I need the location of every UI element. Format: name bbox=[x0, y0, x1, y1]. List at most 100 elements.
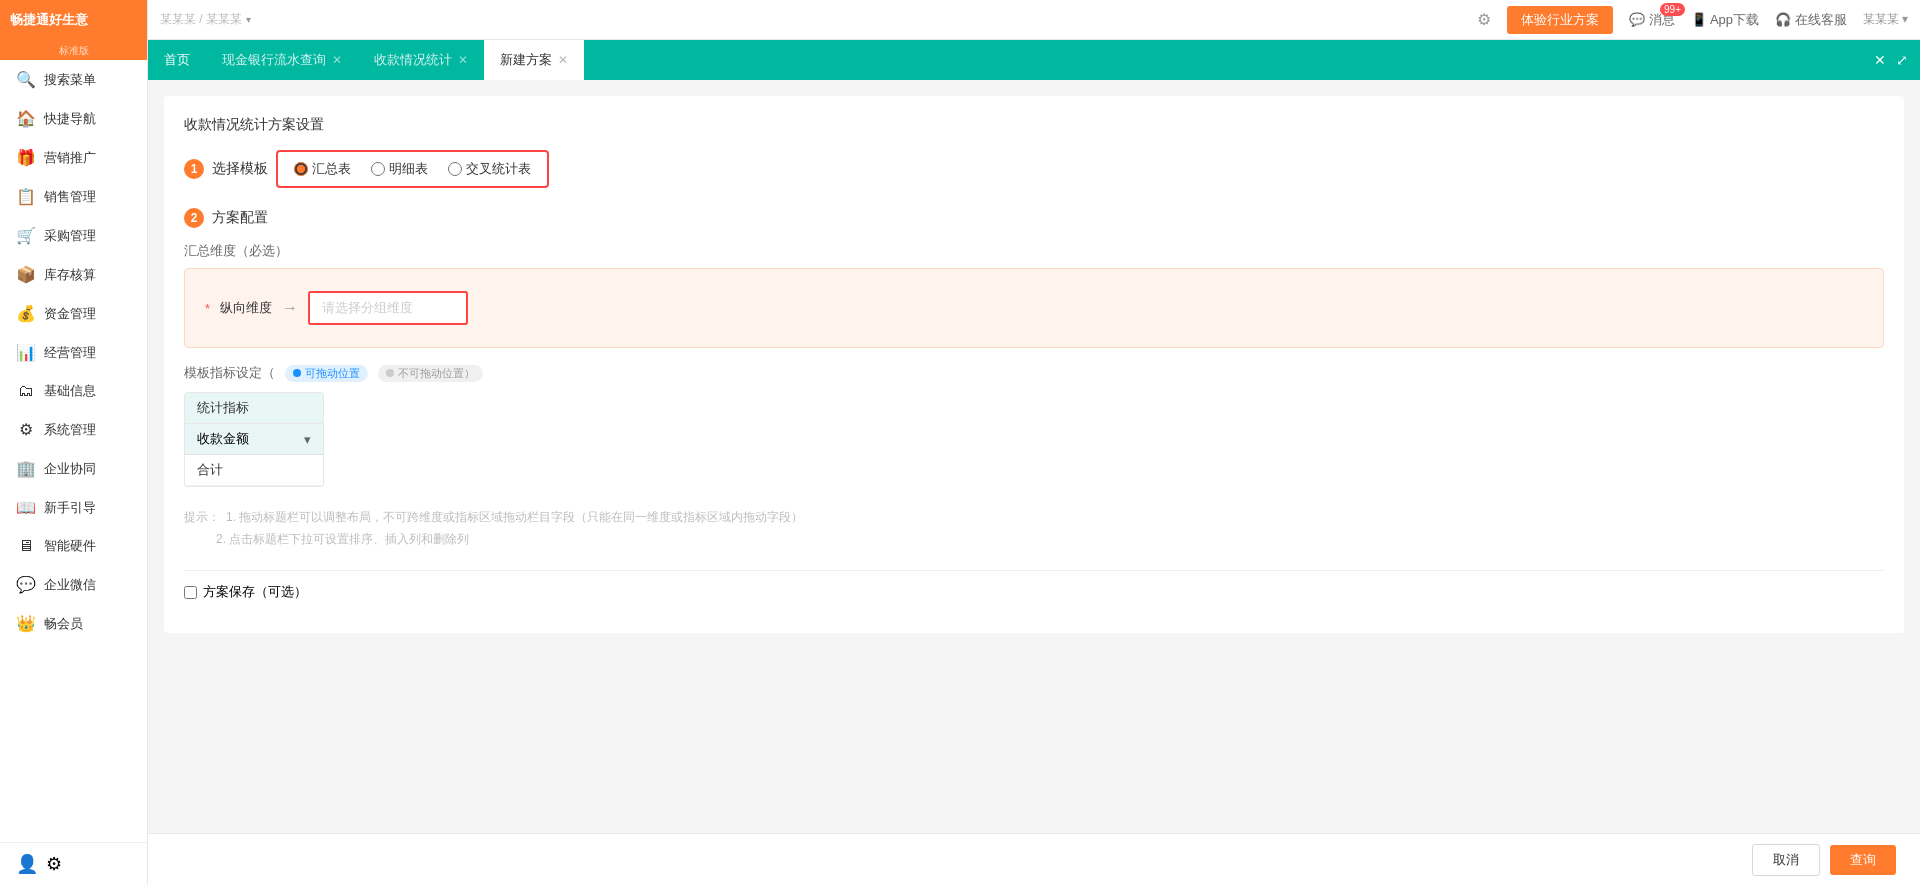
user-info[interactable]: 某某某 ▾ bbox=[1863, 11, 1908, 28]
user-name: 某某某 bbox=[1863, 12, 1899, 26]
tabs-controls: ✕ ⤢ bbox=[1874, 52, 1920, 68]
sidebar-item-basic[interactable]: 🗂 基础信息 bbox=[0, 372, 147, 410]
stats-row-label: 合计 bbox=[197, 462, 223, 477]
radio-detail-label: 明细表 bbox=[389, 160, 428, 178]
sidebar-item-marketing[interactable]: 🎁 营销推广 bbox=[0, 138, 147, 177]
indicator-label: 模板指标设定（ bbox=[184, 364, 275, 382]
download-action[interactable]: 📱 App下载 bbox=[1691, 11, 1759, 29]
sidebar-nav: 🔍 搜索菜单 🏠 快捷导航 🎁 营销推广 📋 销售管理 🛒 采购管理 📦 库存核… bbox=[0, 60, 147, 842]
sidebar-item-operation[interactable]: 📊 经营管理 bbox=[0, 333, 147, 372]
download-label: App下载 bbox=[1710, 12, 1759, 27]
tab-collection-close-icon[interactable]: ✕ bbox=[458, 53, 468, 67]
sidebar-item-purchase[interactable]: 🛒 采购管理 bbox=[0, 216, 147, 255]
sidebar-item-search[interactable]: 🔍 搜索菜单 bbox=[0, 60, 147, 99]
tab-new-close-icon[interactable]: ✕ bbox=[558, 53, 568, 67]
radio-detail-input[interactable] bbox=[371, 162, 385, 176]
unmovable-label: 不可拖动位置） bbox=[398, 366, 475, 381]
close-window-icon[interactable]: ✕ bbox=[1874, 52, 1886, 68]
sidebar-item-label: 采购管理 bbox=[44, 227, 96, 245]
maximize-window-icon[interactable]: ⤢ bbox=[1896, 52, 1908, 68]
config-section: 汇总维度（必选） * 纵向维度 → 请选择分组维度 bbox=[184, 242, 1884, 550]
sidebar-logo: 畅捷通好生意 bbox=[0, 0, 147, 40]
service-icon: 🎧 bbox=[1775, 12, 1791, 27]
step2-label: 方案配置 bbox=[212, 209, 268, 227]
tip1-line: 提示： 1. 拖动标题栏可以调整布局，不可跨维度或指标区域拖动栏目字段（只能在同… bbox=[184, 507, 1884, 529]
tab-bank[interactable]: 现金银行流水查询 ✕ bbox=[206, 40, 358, 80]
indicator-table-header: 统计指标 bbox=[185, 393, 323, 424]
home-icon: 🏠 bbox=[16, 109, 36, 128]
save-checkbox[interactable] bbox=[184, 586, 197, 599]
guide-icon: 📖 bbox=[16, 498, 36, 517]
search-icon: 🔍 bbox=[16, 70, 36, 89]
trial-btn[interactable]: 体验行业方案 bbox=[1507, 6, 1613, 34]
topbar-gear-icon[interactable]: ⚙ bbox=[1477, 10, 1491, 29]
sidebar-item-label: 销售管理 bbox=[44, 188, 96, 206]
notification-count: 99+ bbox=[1660, 3, 1685, 16]
tip2: 2. 点击标题栏下拉可设置排序、插入列和删除列 bbox=[216, 529, 469, 551]
step2-section: 2 方案配置 汇总维度（必选） * 纵向维度 → 请选择分组维度 bbox=[184, 208, 1884, 550]
dimension-row: * 纵向维度 → 请选择分组维度 bbox=[205, 291, 468, 325]
sidebar-bottom: 👤 ⚙ bbox=[0, 842, 147, 885]
main-area: 某某某 / 某某某 ▾ ⚙ 体验行业方案 💬 消息 99+ 📱 App下载 🎧 … bbox=[148, 0, 1920, 885]
tab-home[interactable]: 首页 bbox=[148, 40, 206, 80]
sidebar-item-label: 资金管理 bbox=[44, 305, 96, 323]
step1-label: 选择模板 bbox=[212, 160, 268, 178]
cancel-button[interactable]: 取消 bbox=[1752, 844, 1820, 876]
topbar-actions: 💬 消息 99+ 📱 App下载 🎧 在线客服 某某某 ▾ bbox=[1629, 11, 1908, 29]
message-icon: 💬 bbox=[1629, 12, 1645, 27]
save-option: 方案保存（可选） bbox=[184, 570, 1884, 613]
stats-col-dropdown-icon[interactable]: ▾ bbox=[304, 432, 311, 447]
panel-title: 收款情况统计方案设置 bbox=[184, 116, 1884, 134]
radio-summary[interactable]: 汇总表 bbox=[294, 160, 351, 178]
sidebar-item-wechat[interactable]: 💬 企业微信 bbox=[0, 565, 147, 604]
sidebar-item-system[interactable]: ⚙ 系统管理 bbox=[0, 410, 147, 449]
enterprise-icon: 🏢 bbox=[16, 459, 36, 478]
sidebar-item-inventory[interactable]: 📦 库存核算 bbox=[0, 255, 147, 294]
sidebar-item-quicknav[interactable]: 🏠 快捷导航 bbox=[0, 99, 147, 138]
tab-new[interactable]: 新建方案 ✕ bbox=[484, 40, 584, 80]
topbar: 某某某 / 某某某 ▾ ⚙ 体验行业方案 💬 消息 99+ 📱 App下载 🎧 … bbox=[148, 0, 1920, 40]
sidebar-item-label: 新手引导 bbox=[44, 499, 96, 517]
sidebar-item-capital[interactable]: 💰 资金管理 bbox=[0, 294, 147, 333]
sidebar-item-member[interactable]: 👑 畅会员 bbox=[0, 604, 147, 643]
system-icon: ⚙ bbox=[16, 420, 36, 439]
radio-summary-input[interactable] bbox=[294, 162, 308, 176]
tips-section: 提示： 1. 拖动标题栏可以调整布局，不可跨维度或指标区域拖动栏目字段（只能在同… bbox=[184, 507, 1884, 550]
movable-tag: 可拖动位置 bbox=[285, 365, 368, 382]
breadcrumb-dropdown-icon[interactable]: ▾ bbox=[246, 14, 251, 25]
dim-arrow-icon: → bbox=[282, 299, 298, 317]
sidebar-item-guide[interactable]: 📖 新手引导 bbox=[0, 488, 147, 527]
tab-collection[interactable]: 收款情况统计 ✕ bbox=[358, 40, 484, 80]
tips-title: 提示： bbox=[184, 507, 220, 529]
gift-icon: 🎁 bbox=[16, 148, 36, 167]
dim-select-box[interactable]: 请选择分组维度 bbox=[308, 291, 468, 325]
save-checkbox-label: 方案保存（可选） bbox=[203, 583, 307, 601]
notification-badge[interactable]: 💬 消息 99+ bbox=[1629, 11, 1675, 29]
user-dropdown-icon: ▾ bbox=[1902, 12, 1908, 26]
radio-detail[interactable]: 明细表 bbox=[371, 160, 428, 178]
sidebar-item-sales[interactable]: 📋 销售管理 bbox=[0, 177, 147, 216]
sidebar: 畅捷通好生意 标准版 🔍 搜索菜单 🏠 快捷导航 🎁 营销推广 📋 销售管理 🛒… bbox=[0, 0, 148, 885]
logo-text: 畅捷通好生意 bbox=[10, 11, 88, 29]
radio-cross[interactable]: 交叉统计表 bbox=[448, 160, 531, 178]
wechat-icon: 💬 bbox=[16, 575, 36, 594]
basic-icon: 🗂 bbox=[16, 382, 36, 400]
sidebar-item-label: 智能硬件 bbox=[44, 537, 96, 555]
stats-col-row[interactable]: 收款金额 ▾ bbox=[185, 424, 323, 455]
inventory-icon: 📦 bbox=[16, 265, 36, 284]
stats-group-label: 统计指标 bbox=[197, 399, 249, 417]
indicator-settings: 模板指标设定（ 可拖动位置 不可拖动位置） bbox=[184, 364, 1884, 487]
tab-bank-close-icon[interactable]: ✕ bbox=[332, 53, 342, 67]
radio-cross-label: 交叉统计表 bbox=[466, 160, 531, 178]
movable-label: 可拖动位置 bbox=[305, 366, 360, 381]
query-button[interactable]: 查询 bbox=[1830, 845, 1896, 875]
sidebar-item-label: 基础信息 bbox=[44, 382, 96, 400]
sidebar-item-hardware[interactable]: 🖥 智能硬件 bbox=[0, 527, 147, 565]
sidebar-item-label: 营销推广 bbox=[44, 149, 96, 167]
hardware-icon: 🖥 bbox=[16, 537, 36, 555]
radio-cross-input[interactable] bbox=[448, 162, 462, 176]
sidebar-item-label: 快捷导航 bbox=[44, 110, 96, 128]
service-action[interactable]: 🎧 在线客服 bbox=[1775, 11, 1847, 29]
step2-header: 2 方案配置 bbox=[184, 208, 1884, 228]
sidebar-item-enterprise[interactable]: 🏢 企业协同 bbox=[0, 449, 147, 488]
